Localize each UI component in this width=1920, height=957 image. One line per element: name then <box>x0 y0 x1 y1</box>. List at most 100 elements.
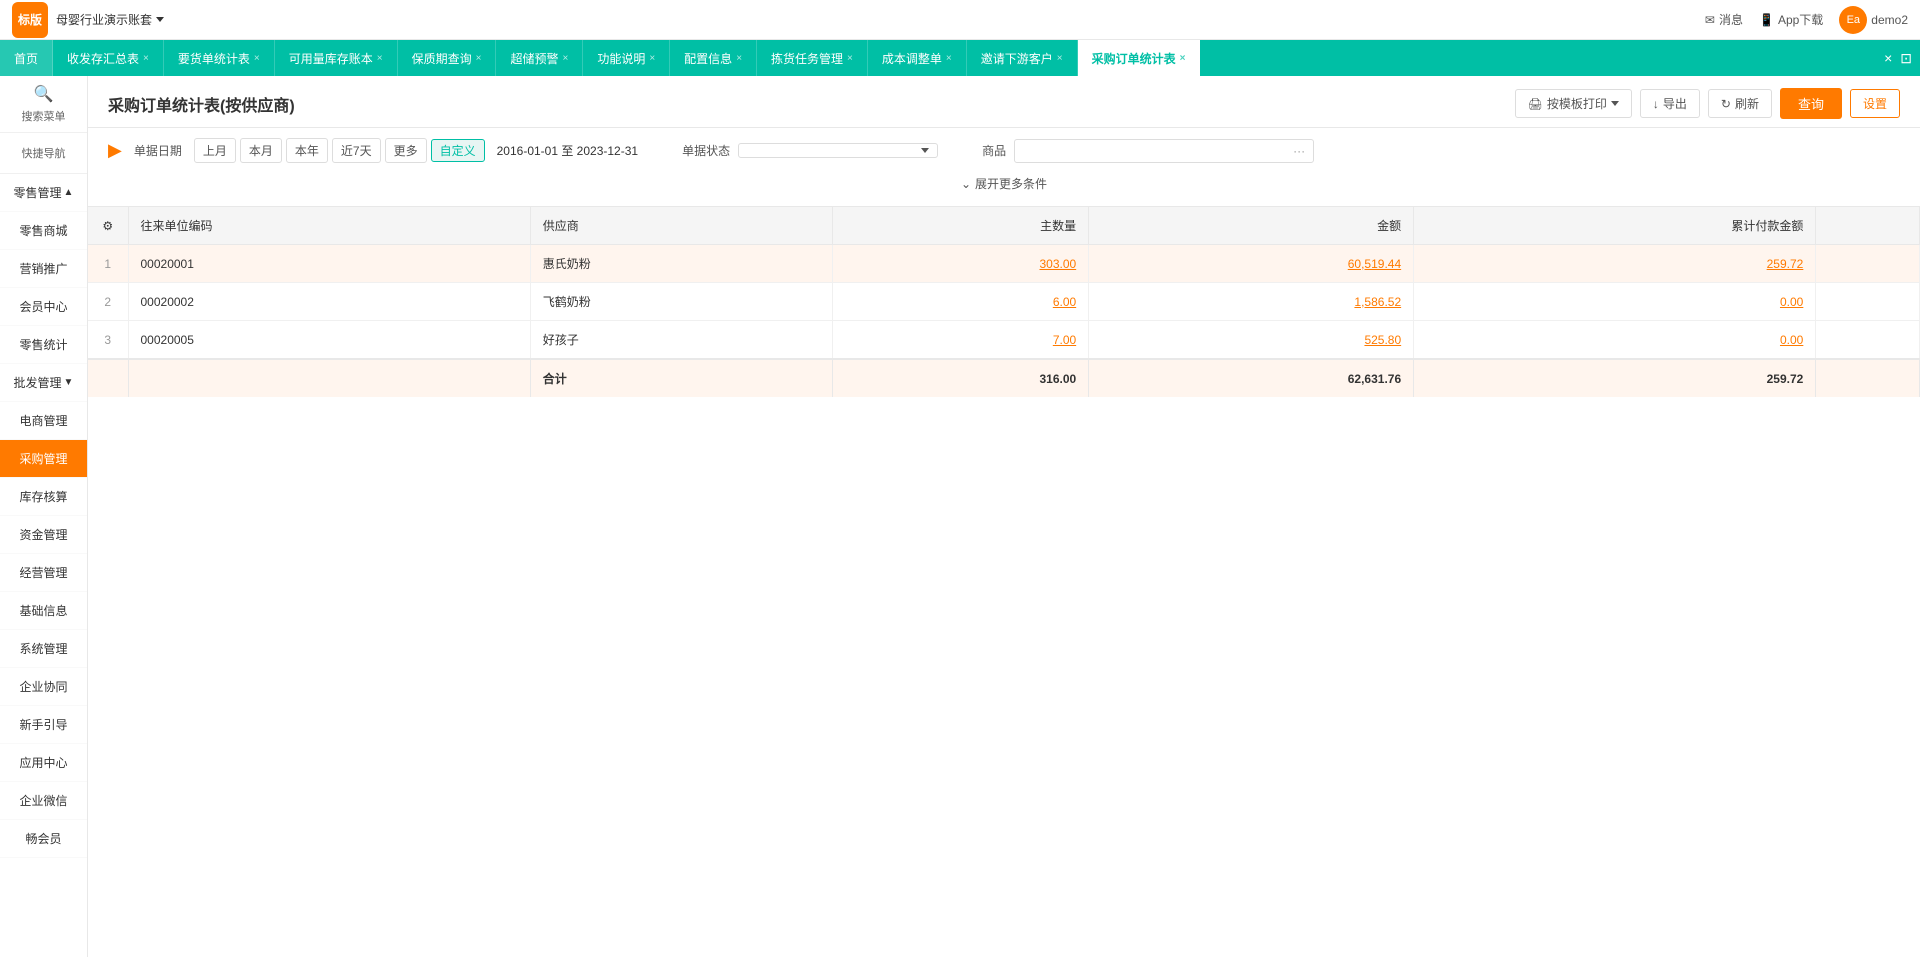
tab-close-icon[interactable]: × <box>649 53 655 64</box>
workspace-selector[interactable]: 母婴行业演示账套 <box>56 11 164 28</box>
tab-close-icon[interactable]: × <box>736 53 742 64</box>
row-num: 3 <box>88 321 128 360</box>
tab-chengben[interactable]: 成本调整单 × <box>868 40 967 76</box>
cell-code: 00020001 <box>128 245 530 283</box>
print-chevron-icon <box>1611 101 1619 106</box>
top-bar-left: 标版 母婴行业演示账套 <box>12 2 164 38</box>
tab-close-icon[interactable]: × <box>1180 53 1186 64</box>
sidebar-item-zero-retail[interactable]: 零售管理 ▲ <box>0 174 87 212</box>
tab-close-icon[interactable]: × <box>377 53 383 64</box>
sidebar-search-section[interactable]: 🔍 搜索菜单 <box>0 76 87 133</box>
footer-quantity: 316.00 <box>833 359 1089 397</box>
tab-chaochuyujing[interactable]: 超储预警 × <box>496 40 583 76</box>
tab-close-icon[interactable]: × <box>946 53 952 64</box>
sidebar-item-batch-mgmt[interactable]: 批发管理 ▼ <box>0 364 87 402</box>
date-range-display: 2016-01-01 至 2023-12-31 <box>497 142 638 159</box>
sidebar-item-marketing[interactable]: 营销推广 <box>0 250 87 288</box>
table-footer-row: 合计 316.00 62,631.76 259.72 <box>88 359 1920 397</box>
query-button[interactable]: 查询 <box>1780 88 1842 119</box>
tab-keyongliang[interactable]: 可用量库存账本 × <box>275 40 398 76</box>
cell-quantity[interactable]: 7.00 <box>833 321 1089 360</box>
cell-supplier: 好孩子 <box>530 321 833 360</box>
tab-yaoqing[interactable]: 邀请下游客户 × <box>967 40 1078 76</box>
search-icon: 🔍 <box>34 84 54 104</box>
tab-yaohuo[interactable]: 要货单统计表 × <box>164 40 275 76</box>
cell-amount[interactable]: 525.80 <box>1089 321 1414 360</box>
date-btn-last-month[interactable]: 上月 <box>194 138 236 163</box>
sidebar-item-basic-info[interactable]: 基础信息 <box>0 592 87 630</box>
filter-toggle-icon[interactable]: ▶ <box>108 140 122 161</box>
sidebar-item-purchase-mgmt[interactable]: 采购管理 <box>0 440 87 478</box>
user-avatar[interactable]: Ea demo2 <box>1839 6 1908 34</box>
app-download-button[interactable]: 📱 App下载 <box>1759 11 1823 28</box>
cell-quantity[interactable]: 6.00 <box>833 283 1089 321</box>
cell-extra <box>1816 321 1920 360</box>
cell-paid[interactable]: 0.00 <box>1414 321 1816 360</box>
date-btn-7days[interactable]: 近7天 <box>332 138 381 163</box>
col-paid: 累计付款金额 <box>1414 207 1816 245</box>
tab-actions: × ⊡ <box>1876 50 1920 67</box>
cell-quantity[interactable]: 303.00 <box>833 245 1089 283</box>
sidebar-item-app-center[interactable]: 应用中心 <box>0 744 87 782</box>
cell-amount[interactable]: 1,586.52 <box>1089 283 1414 321</box>
tab-shoufafahui[interactable]: 收发存汇总表 × <box>53 40 164 76</box>
settings-button[interactable]: 设置 <box>1850 89 1900 118</box>
filter-area: ▶ 单据日期 上月 本月 本年 近7天 更多 自定义 2016-01-01 至 … <box>88 128 1920 207</box>
status-select[interactable] <box>738 143 938 158</box>
sidebar-item-stock-check[interactable]: 库存核算 <box>0 478 87 516</box>
row-num: 1 <box>88 245 128 283</box>
date-btn-this-year[interactable]: 本年 <box>286 138 328 163</box>
footer-empty <box>88 359 128 397</box>
cell-paid[interactable]: 0.00 <box>1414 283 1816 321</box>
tab-close-icon[interactable]: × <box>562 53 568 64</box>
col-settings[interactable]: ⚙ <box>88 207 128 245</box>
date-btn-this-month[interactable]: 本月 <box>240 138 282 163</box>
messages-button[interactable]: ✉ 消息 <box>1705 11 1743 28</box>
refresh-icon: ↻ <box>1721 97 1731 111</box>
sidebar-item-member2[interactable]: 畅会员 <box>0 820 87 858</box>
refresh-button[interactable]: ↻ 刷新 <box>1708 89 1772 118</box>
quick-nav-label[interactable]: 快捷导航 <box>0 137 87 169</box>
expand-down-icon: ⌄ <box>961 177 971 191</box>
print-button[interactable]: 🖨 按模板打印 <box>1515 89 1632 118</box>
message-icon: ✉ <box>1705 13 1715 27</box>
cell-amount[interactable]: 60,519.44 <box>1089 245 1414 283</box>
sidebar-item-enterprise[interactable]: 企业协同 <box>0 668 87 706</box>
tab-caigoutongji[interactable]: 采购订单统计表 × <box>1078 40 1201 76</box>
col-code: 往来单位编码 <box>128 207 530 245</box>
sidebar-item-ent-wechat[interactable]: 企业微信 <box>0 782 87 820</box>
sidebar-item-zero-mall[interactable]: 零售商城 <box>0 212 87 250</box>
tab-baozhiqi[interactable]: 保质期查询 × <box>398 40 497 76</box>
goods-select[interactable]: ··· <box>1014 139 1314 163</box>
sidebar-item-zero-stat[interactable]: 零售统计 <box>0 326 87 364</box>
cell-paid[interactable]: 259.72 <box>1414 245 1816 283</box>
tab-gongneng[interactable]: 功能说明 × <box>583 40 670 76</box>
sidebar-item-finance[interactable]: 资金管理 <box>0 516 87 554</box>
filter-row-1: ▶ 单据日期 上月 本月 本年 近7天 更多 自定义 2016-01-01 至 … <box>108 138 1900 163</box>
tab-close-icon[interactable]: × <box>143 53 149 64</box>
sidebar-item-sys-mgmt[interactable]: 系统管理 <box>0 630 87 668</box>
export-button[interactable]: ↓ 导出 <box>1640 89 1700 118</box>
sidebar-item-member[interactable]: 会员中心 <box>0 288 87 326</box>
tab-home[interactable]: 首页 <box>0 40 53 76</box>
tab-close-window-icon[interactable]: × <box>1884 50 1892 66</box>
col-amount: 金额 <box>1089 207 1414 245</box>
tab-close-icon[interactable]: × <box>476 53 482 64</box>
footer-paid: 259.72 <box>1414 359 1816 397</box>
sidebar-item-newguide[interactable]: 新手引导 <box>0 706 87 744</box>
main-layout: 🔍 搜索菜单 快捷导航 零售管理 ▲ 零售商城 营销推广 会员中心 零售统计 批… <box>0 76 1920 957</box>
tab-close-icon[interactable]: × <box>847 53 853 64</box>
tab-peizhi[interactable]: 配置信息 × <box>670 40 757 76</box>
tab-penghuorenwu[interactable]: 拣货任务管理 × <box>757 40 868 76</box>
tab-close-icon[interactable]: × <box>254 53 260 64</box>
expand-filter-button[interactable]: ⌄ 展开更多条件 <box>953 171 1055 196</box>
page-actions: 🖨 按模板打印 ↓ 导出 ↻ 刷新 查询 设置 <box>1515 88 1900 119</box>
table-row: 2 00020002 飞鹤奶粉 6.00 1,586.52 0.00 <box>88 283 1920 321</box>
tab-close-icon[interactable]: × <box>1057 53 1063 64</box>
tab-maximize-icon[interactable]: ⊡ <box>1900 50 1912 67</box>
date-btn-more[interactable]: 更多 <box>385 138 427 163</box>
sidebar-item-ecom-mgmt[interactable]: 电商管理 <box>0 402 87 440</box>
expand-icon: ▼ <box>64 377 74 388</box>
sidebar-quicknav[interactable]: 快捷导航 <box>0 133 87 174</box>
sidebar-item-biz-mgmt[interactable]: 经营管理 <box>0 554 87 592</box>
